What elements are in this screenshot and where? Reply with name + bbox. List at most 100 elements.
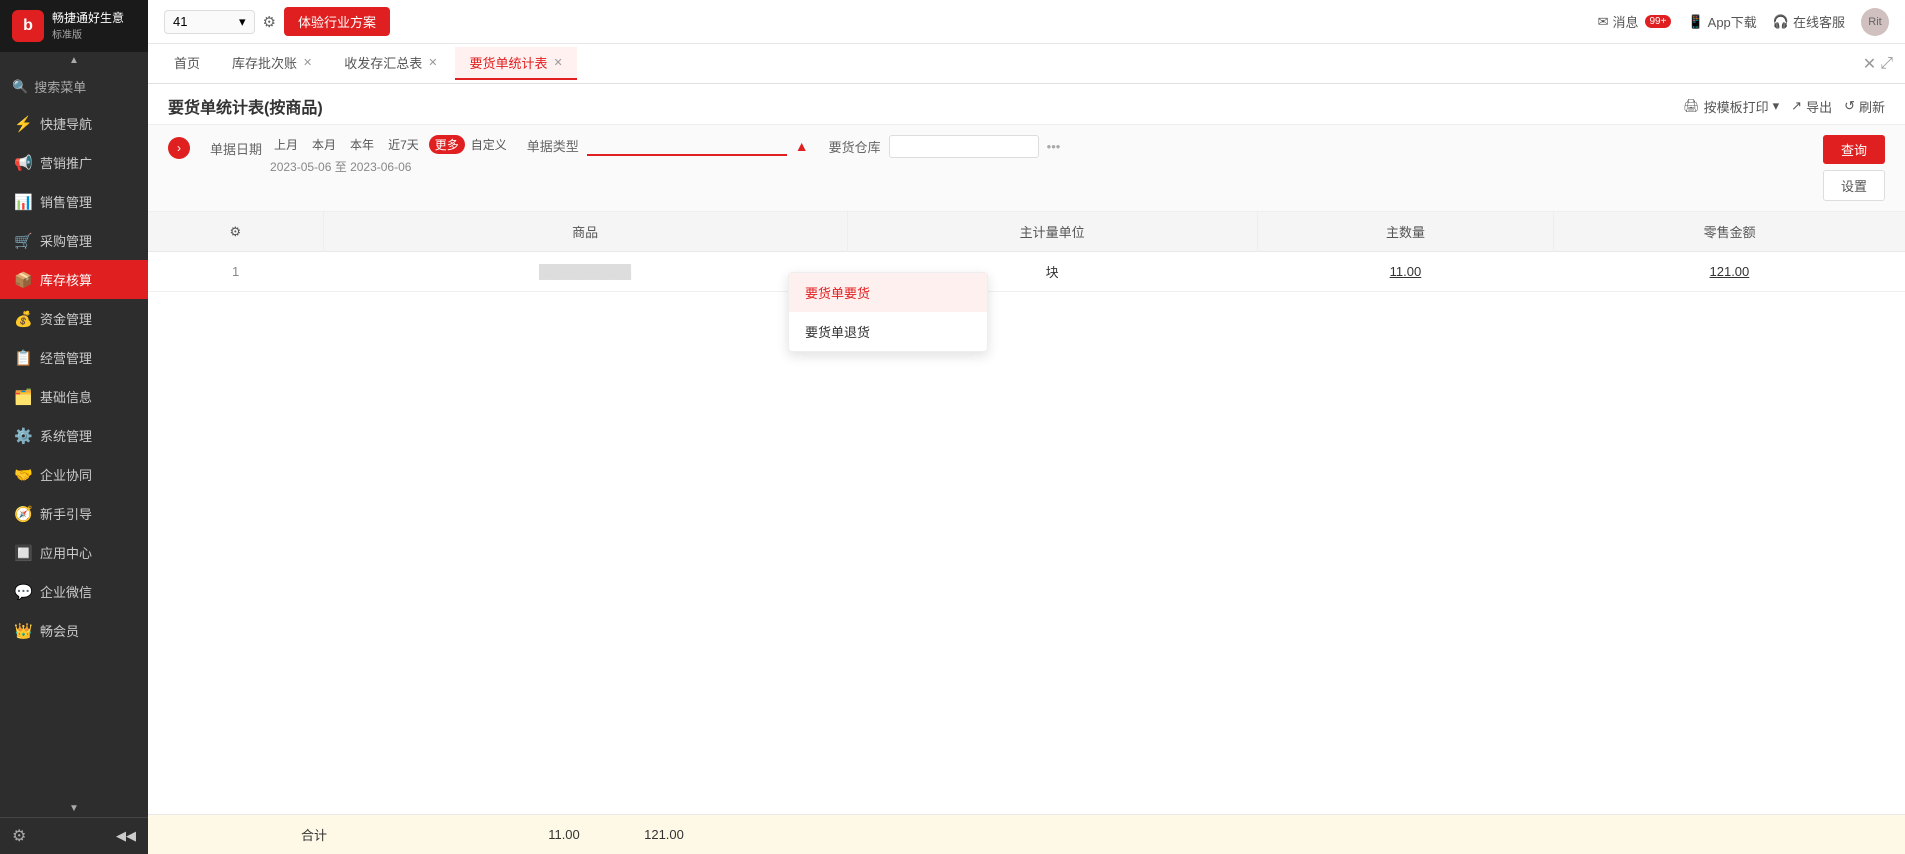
footer-quantity: 11.00: [514, 827, 614, 842]
tab-recv-summary[interactable]: 收发存汇总表 ✕: [330, 47, 451, 80]
date-btn-more[interactable]: 更多: [429, 135, 465, 154]
th-product: 商品: [323, 212, 847, 252]
th-amount: 零售金额: [1554, 212, 1905, 252]
nav-icon-base-info: 🗂️: [14, 388, 32, 406]
date-custom-label[interactable]: 自定义: [471, 136, 507, 153]
sidebar-item-marketing[interactable]: 📢营销推广: [0, 143, 148, 182]
sidebar-item-enterprise[interactable]: 🤝 企业协同: [0, 455, 148, 494]
nav-icon-enterprise: 🤝: [14, 466, 32, 484]
sidebar-item-app-center[interactable]: 🔲应用中心: [0, 533, 148, 572]
filter-type-chevron-icon[interactable]: ▲: [795, 138, 809, 154]
tab-inventory-batch[interactable]: 库存批次账 ✕: [218, 47, 326, 80]
export-label: 导出: [1806, 97, 1832, 116]
nav-label-guide: 新手引导: [40, 504, 92, 523]
date-btn-this-month[interactable]: 本月: [308, 135, 340, 154]
filter-warehouse-more-icon[interactable]: •••: [1047, 139, 1061, 154]
filter-actions: 查询 设置: [1823, 135, 1885, 201]
sidebar-item-sales[interactable]: 📊销售管理: [0, 182, 148, 221]
footer-label: 合计: [214, 825, 414, 844]
collapse-icon[interactable]: ◀◀: [116, 828, 136, 844]
type-dropdown: 要货单要货要货单退货: [788, 272, 988, 352]
print-chevron-icon: ▾: [1773, 98, 1780, 114]
sidebar-item-operations[interactable]: 📋经营管理: [0, 338, 148, 377]
filter-settings-button[interactable]: 设置: [1823, 170, 1885, 201]
date-btn-last-month[interactable]: 上月: [270, 135, 302, 154]
nav-icon-app-center: 🔲: [14, 544, 32, 562]
tab-home[interactable]: 首页: [160, 47, 214, 80]
topbar-input[interactable]: 41: [173, 14, 233, 29]
app-download-item[interactable]: 📱 App下载: [1687, 12, 1756, 31]
settings-icon[interactable]: ⚙: [12, 826, 26, 846]
print-action[interactable]: 🖨 按模板打印 ▾: [1683, 97, 1779, 116]
filter-warehouse-label: 要货仓库: [829, 137, 881, 156]
query-button[interactable]: 查询: [1823, 135, 1885, 164]
topbar-gear-icon[interactable]: ⚙: [263, 13, 276, 31]
brand-name: 畅捷通好生意: [52, 11, 124, 27]
main-area: 41 ▾ ⚙ 体验行业方案 ✉ 消息 99+ 📱 App下载 🎧 在线客服 Ri…: [148, 0, 1905, 854]
table-row: 1 ██████████ 块 11.00 121.00: [148, 252, 1905, 292]
refresh-action[interactable]: ↺ 刷新: [1844, 97, 1885, 116]
sidebar-item-quick-nav[interactable]: ⚡快捷导航: [0, 104, 148, 143]
th-quantity: 主数量: [1257, 212, 1554, 252]
message-badge: 99+: [1645, 15, 1672, 28]
message-item[interactable]: ✉ 消息 99+: [1598, 12, 1672, 31]
sidebar-scroll-up[interactable]: ▲: [0, 52, 148, 69]
promo-button[interactable]: 体验行业方案: [284, 7, 390, 36]
cell-quantity-0[interactable]: 11.00: [1257, 252, 1554, 292]
date-btn-7days[interactable]: 近7天: [384, 135, 423, 154]
date-range-display: 2023-05-06 至 2023-06-06: [270, 158, 507, 175]
tab-label-home: 首页: [174, 53, 200, 72]
nav-icon-purchase: 🛒: [14, 232, 32, 250]
avatar-text: Rit: [1868, 16, 1881, 28]
brand-sub: 标准版: [52, 26, 124, 41]
tabs-expand[interactable]: ⤢: [1880, 55, 1893, 73]
online-service-item[interactable]: 🎧 在线客服: [1773, 12, 1845, 31]
date-btn-this-year[interactable]: 本年: [346, 135, 378, 154]
filter-bar: › 单据日期 上月 本月 本年 近7天 更多 自定义 2023-05-06 至 …: [148, 124, 1905, 212]
sidebar-item-guide[interactable]: 🧭新手引导: [0, 494, 148, 533]
tab-close-order-stats[interactable]: ✕: [554, 56, 563, 69]
filter-type-label: 单据类型: [527, 136, 579, 155]
table-settings-icon[interactable]: ⚙: [229, 224, 241, 239]
th-settings[interactable]: ⚙: [148, 212, 323, 252]
filter-expand-button[interactable]: ›: [168, 137, 190, 159]
cell-amount-0[interactable]: 121.00: [1554, 252, 1905, 292]
sidebar-item-wechat[interactable]: 💬企业微信: [0, 572, 148, 611]
filter-date-btns: 上月 本月 本年 近7天 更多 自定义 2023-05-06 至 2023-06…: [270, 135, 507, 175]
sidebar-nav: ⚡快捷导航📢营销推广📊销售管理🛒采购管理📦库存核算💰资金管理📋经营管理 🗂️ 基础信…: [0, 104, 148, 800]
sidebar-item-member[interactable]: 👑畅会员: [0, 611, 148, 650]
nav-icon-inventory: 📦: [14, 271, 32, 289]
tabs-close-all[interactable]: ✕: [1863, 54, 1876, 74]
search-icon: 🔍: [12, 79, 28, 95]
nav-label-sales: 销售管理: [40, 192, 92, 211]
table-header-row: ⚙ 商品 主计量单位 主数量 零售金额: [148, 212, 1905, 252]
tab-label-inventory-batch: 库存批次账: [232, 53, 297, 72]
sidebar: b 畅捷通好生意 标准版 ▲ 🔍 搜索菜单 ⚡快捷导航📢营销推广📊销售管理🛒采购…: [0, 0, 148, 854]
sidebar-item-inventory[interactable]: 📦库存核算: [0, 260, 148, 299]
topbar-right: ✉ 消息 99+ 📱 App下载 🎧 在线客服 Rit: [1598, 8, 1889, 36]
sidebar-search[interactable]: 🔍 搜索菜单: [0, 69, 148, 104]
tab-close-recv-summary[interactable]: ✕: [428, 56, 437, 69]
sidebar-item-purchase[interactable]: 🛒采购管理: [0, 221, 148, 260]
nav-icon-member: 👑: [14, 622, 32, 640]
tab-label-recv-summary: 收发存汇总表: [344, 53, 422, 72]
avatar[interactable]: Rit: [1861, 8, 1889, 36]
tab-order-stats[interactable]: 要货单统计表✕: [455, 47, 576, 80]
nav-label-wechat: 企业微信: [40, 582, 92, 601]
sidebar-item-finance[interactable]: 💰资金管理: [0, 299, 148, 338]
sidebar-item-system[interactable]: ⚙️系统管理: [0, 416, 148, 455]
filter-type-input[interactable]: [587, 135, 787, 156]
filter-warehouse-input[interactable]: [889, 135, 1039, 158]
cell-product-0: ██████████: [323, 252, 847, 292]
sidebar-item-base-info[interactable]: 🗂️ 基础信息: [0, 377, 148, 416]
export-action[interactable]: ↗ 导出: [1791, 97, 1832, 116]
nav-label-base-info: 基础信息: [40, 387, 92, 406]
dropdown-item-order-goods[interactable]: 要货单要货: [789, 273, 987, 312]
nav-label-enterprise: 企业协同: [40, 465, 92, 484]
topbar-dropdown-icon[interactable]: ▾: [239, 14, 246, 30]
tab-close-inventory-batch[interactable]: ✕: [303, 56, 312, 69]
dropdown-item-order-return[interactable]: 要货单退货: [789, 312, 987, 351]
th-unit: 主计量单位: [847, 212, 1257, 252]
app-icon: 📱: [1687, 14, 1703, 30]
sidebar-scroll-down[interactable]: ▼: [0, 800, 148, 817]
